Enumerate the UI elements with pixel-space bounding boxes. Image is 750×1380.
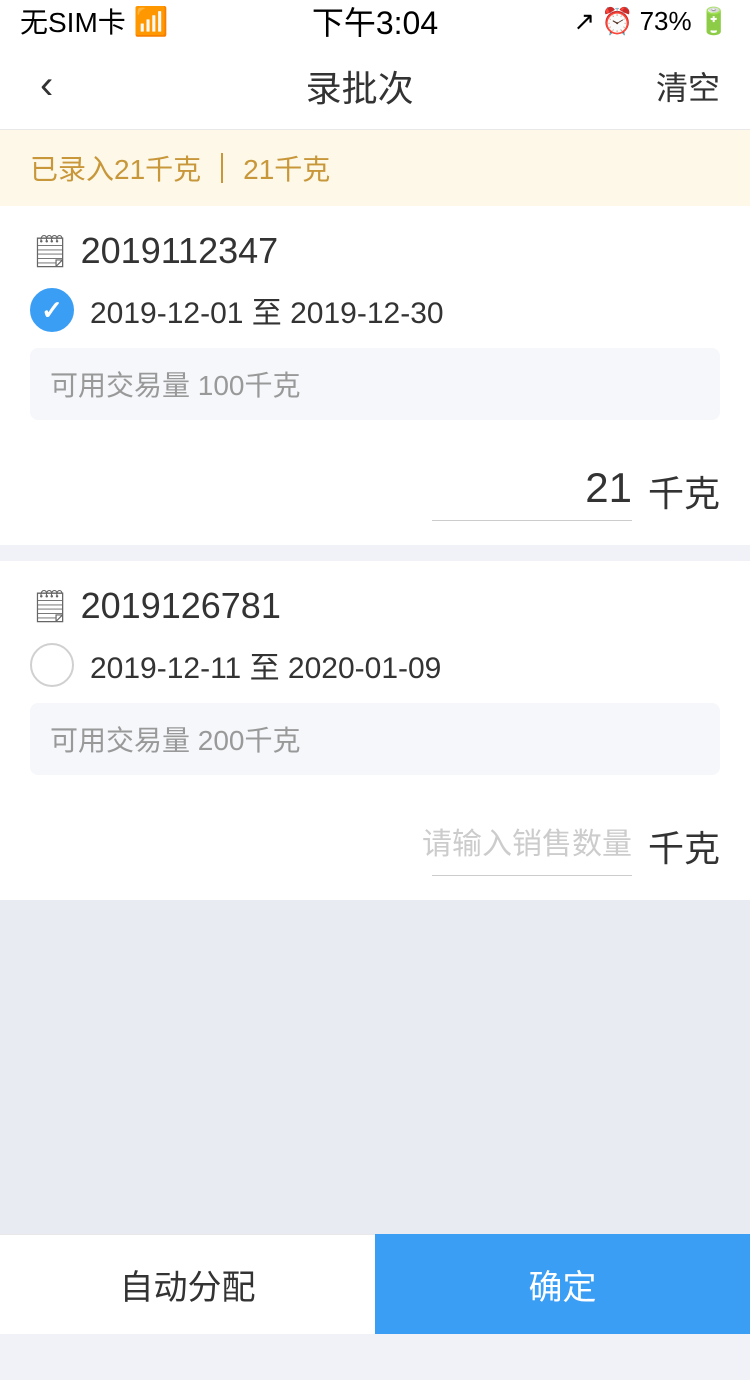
radio-btn-2[interactable] [30,643,74,687]
status-time: 下午3:04 [312,0,438,44]
status-bar: 无SIM卡 📶 下午3:04 ↗ ⏰ 73% 🔋 [0,0,750,42]
batch-id-text-2: 2019126781 [81,585,281,627]
batch-date-text-2: 2019-12-11 至 2020-01-09 [90,643,441,687]
back-button[interactable]: ‹ [30,53,63,118]
gray-area [0,900,750,1280]
recorded-label: 已录入21千克 [30,148,201,188]
batch-date-text-1: 2019-12-01 至 2019-12-30 [90,288,444,332]
wifi-icon: 📶 [134,5,169,38]
status-left: 无SIM卡 📶 [20,1,169,41]
carrier-text: 无SIM卡 [20,1,126,41]
status-right: ↗ ⏰ 73% 🔋 [573,6,730,37]
trade-box-1: 可用交易量 100千克 [30,348,720,420]
radio-btn-1[interactable] [30,288,74,332]
batch-id-row-1: 🗒 2019112347 [30,230,720,272]
clear-button[interactable]: 清空 [656,63,720,109]
bottom-buttons: 自动分配 确定 [0,1234,750,1334]
page-title: 录批次 [306,60,414,112]
input-line-2 [432,875,632,876]
input-underline-2: 请输入销售数量 [422,819,632,876]
batch-id-text-1: 2019112347 [81,230,279,272]
info-amount: 21千克 [243,148,330,188]
amount-value-1[interactable]: 21 [585,464,632,512]
unit-text-1: 千克 [648,465,720,521]
batch-item-1: 🗒 2019112347 2019-12-01 至 2019-12-30 可用交… [0,206,750,545]
batch-id-icon-1: 🗒 [30,232,71,270]
info-banner: 已录入21千克 21千克 [0,130,750,206]
batch-id-icon-2: 🗒 [30,587,71,625]
batch-date-row-1[interactable]: 2019-12-01 至 2019-12-30 [30,288,720,332]
auto-distribute-button[interactable]: 自动分配 [0,1234,375,1334]
info-divider [221,153,223,183]
nav-bar: ‹ 录批次 清空 [0,42,750,130]
alarm-icon: ⏰ [601,6,633,37]
section-divider [0,545,750,561]
trade-label-1: 可用交易量 100千克 [50,370,301,401]
battery-percent: 73% [640,6,692,37]
input-row-2: 请输入销售数量 千克 [0,799,750,900]
input-placeholder-2[interactable]: 请输入销售数量 [422,819,632,867]
unit-text-2: 千克 [648,820,720,876]
location-icon: ↗ [573,6,595,37]
battery-icon: 🔋 [698,6,730,37]
batch-id-row-2: 🗒 2019126781 [30,585,720,627]
amount-line-1 [432,520,632,521]
trade-box-2: 可用交易量 200千克 [30,703,720,775]
amount-underline-1: 21 [432,464,632,521]
trade-label-2: 可用交易量 200千克 [50,725,301,756]
confirm-button[interactable]: 确定 [375,1234,750,1334]
amount-row-1: 21 千克 [0,444,750,545]
batch-date-row-2[interactable]: 2019-12-11 至 2020-01-09 [30,643,720,687]
batch-item-2: 🗒 2019126781 2019-12-11 至 2020-01-09 可用交… [0,561,750,900]
